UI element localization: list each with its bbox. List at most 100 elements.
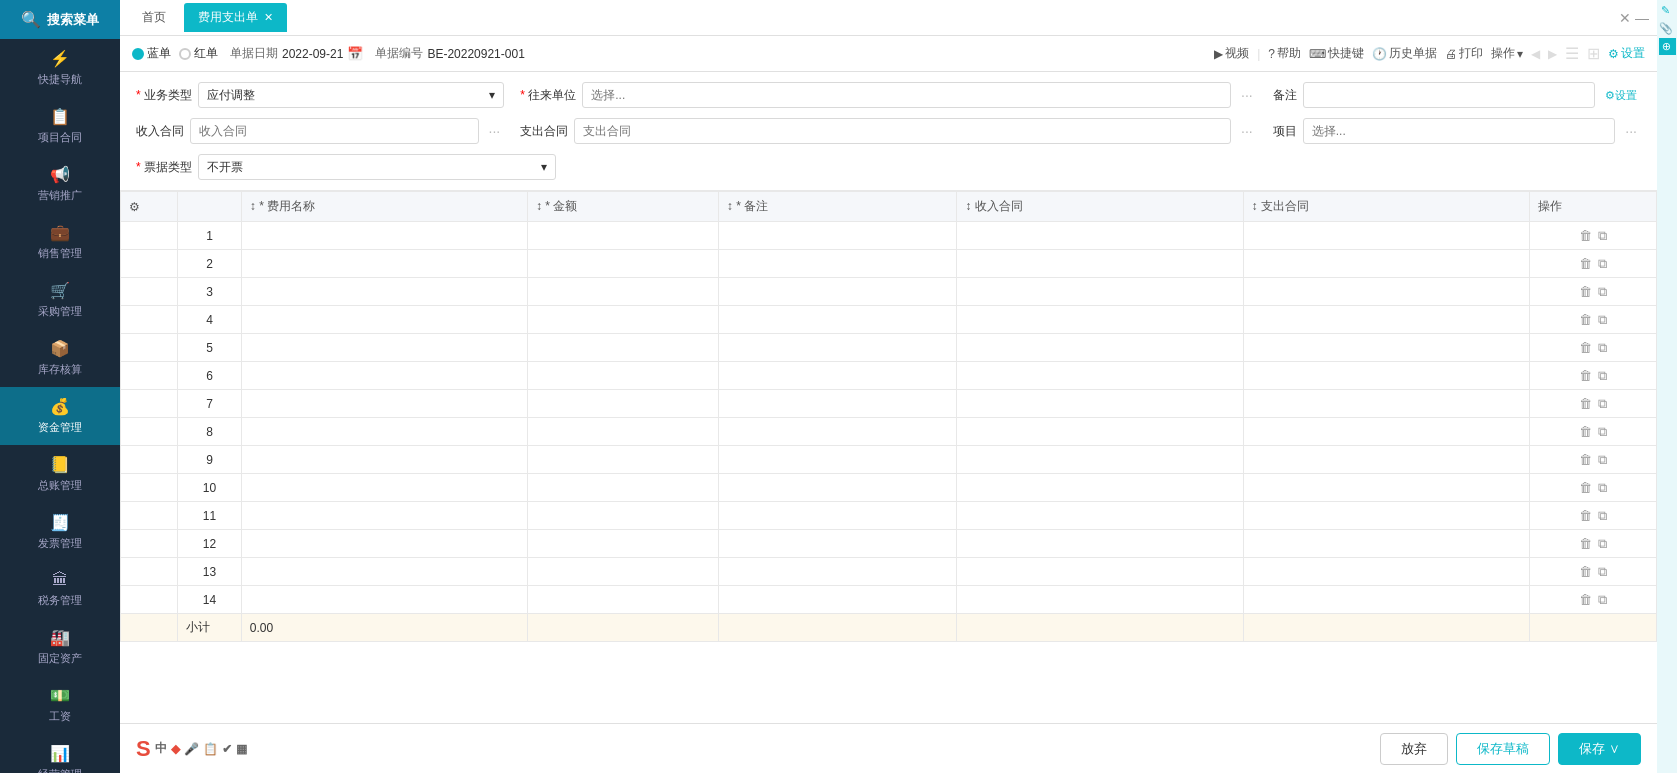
- row-expense-6[interactable]: [1243, 362, 1529, 390]
- row-note-11[interactable]: [718, 502, 957, 530]
- history-btn[interactable]: 🕐 历史单据: [1372, 45, 1437, 62]
- row-note-2[interactable]: [718, 250, 957, 278]
- tab-expense-sheet[interactable]: 费用支出单 ✕: [184, 3, 287, 32]
- tab-close-icon[interactable]: ✕: [264, 11, 273, 24]
- save-draft-button[interactable]: 保存草稿: [1456, 733, 1550, 765]
- row-delete-6[interactable]: 🗑: [1579, 368, 1592, 383]
- sidebar-item-tax-mgmt[interactable]: 🏛税务管理: [0, 561, 120, 618]
- income-contract-dots[interactable]: ···: [485, 123, 505, 139]
- row-note-6[interactable]: [718, 362, 957, 390]
- tab-home[interactable]: 首页: [128, 3, 180, 32]
- row-amount-10[interactable]: [528, 474, 719, 502]
- row-expense-9[interactable]: [1243, 446, 1529, 474]
- row-note-13[interactable]: [718, 558, 957, 586]
- sidebar-item-ledger-mgmt[interactable]: 📒总账管理: [0, 445, 120, 503]
- row-amount-12[interactable]: [528, 530, 719, 558]
- expense-contract-input[interactable]: [574, 118, 1231, 144]
- sidebar-item-project-contract[interactable]: 📋项目合同: [0, 97, 120, 155]
- partner-dots-btn[interactable]: ···: [1237, 87, 1257, 103]
- side-tool-3[interactable]: ⊕: [1659, 38, 1676, 55]
- radio-red[interactable]: 红单: [179, 45, 218, 62]
- calendar-icon[interactable]: 📅: [347, 46, 363, 61]
- row-amount-5[interactable]: [528, 334, 719, 362]
- row-expense-2[interactable]: [1243, 250, 1529, 278]
- row-amount-8[interactable]: [528, 418, 719, 446]
- row-note-1[interactable]: [718, 222, 957, 250]
- row-copy-4[interactable]: ⧉: [1598, 312, 1607, 328]
- row-expense-4[interactable]: [1243, 306, 1529, 334]
- date-value[interactable]: 2022-09-21: [282, 47, 343, 61]
- discard-button[interactable]: 放弃: [1380, 733, 1448, 765]
- row-income-9[interactable]: [957, 446, 1243, 474]
- row-name-7[interactable]: [241, 390, 527, 418]
- row-note-9[interactable]: [718, 446, 957, 474]
- row-copy-3[interactable]: ⧉: [1598, 284, 1607, 300]
- project-dots[interactable]: ···: [1621, 123, 1641, 139]
- row-income-13[interactable]: [957, 558, 1243, 586]
- row-expense-12[interactable]: [1243, 530, 1529, 558]
- row-income-4[interactable]: [957, 306, 1243, 334]
- row-name-10[interactable]: [241, 474, 527, 502]
- video-btn[interactable]: ▶ 视频: [1214, 45, 1249, 62]
- row-name-9[interactable]: [241, 446, 527, 474]
- row-delete-9[interactable]: 🗑: [1579, 452, 1592, 467]
- col-header-expense[interactable]: ↕ 支出合同: [1243, 192, 1529, 222]
- sidebar-item-marketing[interactable]: 📢营销推广: [0, 155, 120, 213]
- sidebar-item-invoice-mgmt[interactable]: 🧾发票管理: [0, 503, 120, 561]
- row-copy-13[interactable]: ⧉: [1598, 564, 1607, 580]
- row-expense-8[interactable]: [1243, 418, 1529, 446]
- row-expense-11[interactable]: [1243, 502, 1529, 530]
- row-copy-8[interactable]: ⧉: [1598, 424, 1607, 440]
- row-note-12[interactable]: [718, 530, 957, 558]
- row-income-10[interactable]: [957, 474, 1243, 502]
- row-name-12[interactable]: [241, 530, 527, 558]
- save-button[interactable]: 保存 ∨: [1558, 733, 1641, 765]
- row-amount-13[interactable]: [528, 558, 719, 586]
- col-header-amount[interactable]: ↕ * 金额: [528, 192, 719, 222]
- row-amount-6[interactable]: [528, 362, 719, 390]
- invoice-type-select[interactable]: 不开票 ▾: [198, 154, 556, 180]
- row-delete-13[interactable]: 🗑: [1579, 564, 1592, 579]
- number-value[interactable]: BE-20220921-001: [427, 47, 524, 61]
- row-copy-1[interactable]: ⧉: [1598, 228, 1607, 244]
- row-expense-10[interactable]: [1243, 474, 1529, 502]
- row-name-13[interactable]: [241, 558, 527, 586]
- row-note-4[interactable]: [718, 306, 957, 334]
- income-contract-input[interactable]: [190, 118, 479, 144]
- help-btn[interactable]: ? 帮助: [1268, 45, 1301, 62]
- sidebar-item-purchase-mgmt[interactable]: 🛒采购管理: [0, 271, 120, 329]
- row-copy-10[interactable]: ⧉: [1598, 480, 1607, 496]
- row-amount-4[interactable]: [528, 306, 719, 334]
- row-income-11[interactable]: [957, 502, 1243, 530]
- print-btn[interactable]: 🖨 打印: [1445, 45, 1483, 62]
- row-amount-7[interactable]: [528, 390, 719, 418]
- row-amount-9[interactable]: [528, 446, 719, 474]
- row-name-2[interactable]: [241, 250, 527, 278]
- row-income-12[interactable]: [957, 530, 1243, 558]
- row-delete-7[interactable]: 🗑: [1579, 396, 1592, 411]
- row-note-7[interactable]: [718, 390, 957, 418]
- row-copy-2[interactable]: ⧉: [1598, 256, 1607, 272]
- row-delete-3[interactable]: 🗑: [1579, 284, 1592, 299]
- col-header-gear[interactable]: ⚙: [121, 192, 178, 222]
- row-note-10[interactable]: [718, 474, 957, 502]
- row-amount-3[interactable]: [528, 278, 719, 306]
- row-name-8[interactable]: [241, 418, 527, 446]
- window-close-btn[interactable]: ✕: [1619, 10, 1631, 26]
- row-amount-14[interactable]: [528, 586, 719, 614]
- row-expense-5[interactable]: [1243, 334, 1529, 362]
- row-copy-14[interactable]: ⧉: [1598, 592, 1607, 608]
- operate-btn[interactable]: 操作 ▾: [1491, 45, 1523, 62]
- row-expense-14[interactable]: [1243, 586, 1529, 614]
- biz-type-select[interactable]: 应付调整 ▾: [198, 82, 504, 108]
- row-note-3[interactable]: [718, 278, 957, 306]
- window-minimize-btn[interactable]: —: [1635, 10, 1649, 26]
- row-copy-6[interactable]: ⧉: [1598, 368, 1607, 384]
- note-settings-btn[interactable]: ⚙设置: [1601, 88, 1641, 103]
- expense-contract-dots[interactable]: ···: [1237, 123, 1257, 139]
- col-header-income[interactable]: ↕ 收入合同: [957, 192, 1243, 222]
- sidebar-item-operations-mgmt[interactable]: 📊经营管理: [0, 734, 120, 773]
- row-delete-2[interactable]: 🗑: [1579, 256, 1592, 271]
- row-delete-5[interactable]: 🗑: [1579, 340, 1592, 355]
- col-header-note[interactable]: ↕ * 备注: [718, 192, 957, 222]
